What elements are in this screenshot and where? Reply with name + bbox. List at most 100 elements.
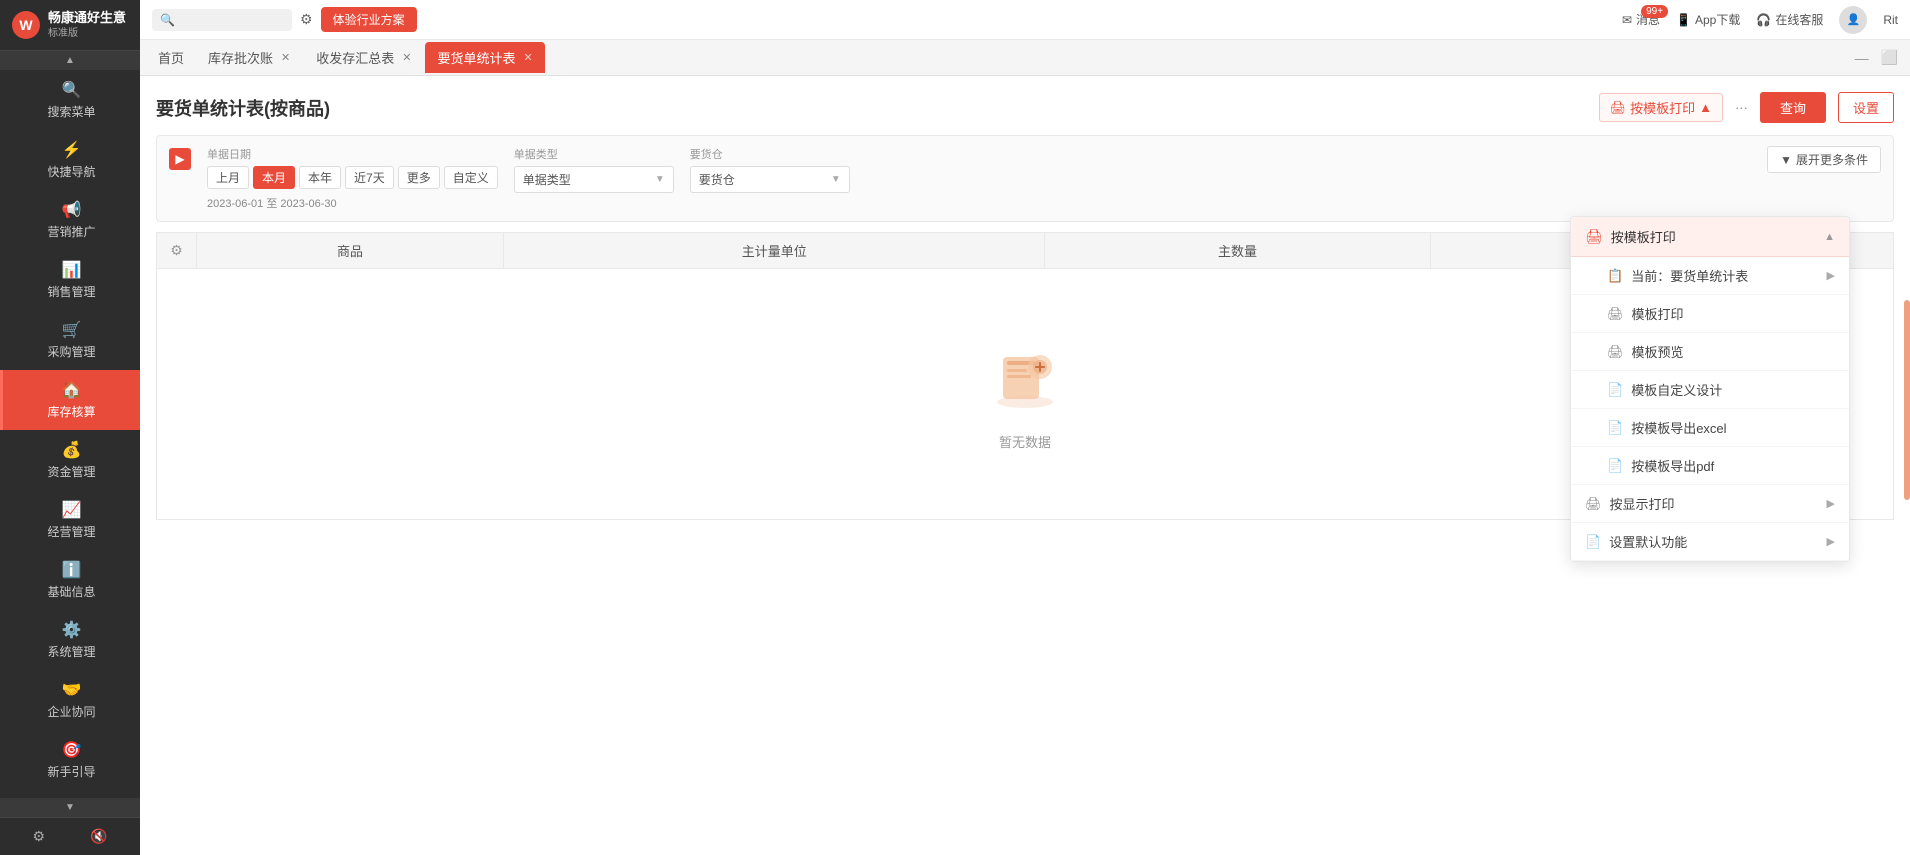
- dropdown-item-export-pdf[interactable]: 📄 按模板导出pdf: [1571, 447, 1849, 485]
- scrollbar-edge[interactable]: [1904, 300, 1910, 500]
- tabs-bar: 首页 库存批次账 ✕ 收发存汇总表 ✕ 要货单统计表 ✕ — ⬜: [140, 40, 1910, 76]
- close-icon[interactable]: ✕: [281, 51, 290, 64]
- sidebar-scroll-up[interactable]: ▲: [0, 51, 140, 70]
- sidebar-item-operation[interactable]: 📈 经营管理: [0, 490, 140, 550]
- sidebar-item-inventory[interactable]: 🏠 库存核算: [0, 370, 140, 430]
- app-download-badge[interactable]: 📱 App下载: [1676, 11, 1740, 28]
- main-area: 🔍 ⚙ 体验行业方案 ✉ 消息 99+ 📱 App下载 🎧 在线客服 👤 Rit: [140, 0, 1910, 855]
- sidebar-item-label: 经营管理: [47, 523, 95, 540]
- design-icon: 📄: [1607, 382, 1623, 398]
- date-btn-last-month[interactable]: 上月: [207, 166, 249, 189]
- avatar-placeholder: 👤: [1846, 13, 1860, 26]
- tab-order-stats[interactable]: 要货单统计表 ✕: [425, 42, 544, 73]
- audio-footer-icon[interactable]: 🔇: [90, 828, 107, 845]
- content-area: 要货单统计表(按商品) 按模板打印 导出 刷新 🖨 按模板打印 ▲ | 📤 导出…: [140, 76, 1910, 855]
- date-btn-custom[interactable]: 自定义: [444, 166, 498, 189]
- tab-receipt-summary[interactable]: 收发存汇总表 ✕: [304, 42, 423, 73]
- dropdown-set-default[interactable]: 📄 设置默认功能 ▶: [1571, 523, 1849, 561]
- date-options-row: 上月 本月 本年 近7天 更多 自定义: [207, 166, 498, 189]
- sidebar-nav: 🔍 搜索菜单 ⚡ 快捷导航 📢 营销推广 📊 销售管理 🛒 采购管理 🏠 库存核…: [0, 70, 140, 798]
- phone-icon: 📱: [1676, 13, 1691, 27]
- query-btn[interactable]: 查询: [1760, 92, 1826, 123]
- basic-icon: ℹ️: [62, 560, 82, 580]
- dropdown-display-print[interactable]: 🖨 按显示打印 ▶: [1571, 485, 1849, 523]
- filter-expand-btn[interactable]: ▶: [169, 148, 191, 170]
- settings-footer-icon[interactable]: ⚙: [33, 828, 46, 845]
- printer-top-icon: 🖨: [1610, 100, 1627, 116]
- operation-icon: 📈: [62, 500, 82, 520]
- top-actions: 🖨 按模板打印 ▲ ··· 查询 设置: [1599, 92, 1894, 123]
- item-label: 模板自定义设计: [1631, 380, 1722, 399]
- messages-badge[interactable]: ✉ 消息 99+: [1622, 11, 1660, 28]
- filter-type-group: 单据类型 单据类型 ▼: [514, 146, 674, 193]
- table-header-unit: 主计量单位: [503, 233, 1045, 269]
- sidebar-item-collab[interactable]: 🤝 企业协同: [0, 670, 140, 730]
- sidebar-item-newbie[interactable]: 🎯 新手引导: [0, 730, 140, 790]
- dropdown-item-export-excel[interactable]: 📄 按模板导出excel: [1571, 409, 1849, 447]
- dropdown-arrow2-icon: ▼: [831, 174, 841, 185]
- tab-batch-account[interactable]: 库存批次账 ✕: [196, 42, 302, 73]
- sidebar-item-apps[interactable]: 📱 应用中心: [0, 790, 140, 798]
- dropdown-printer-icon: 🖨: [1585, 228, 1603, 245]
- username: Rit: [1883, 13, 1898, 27]
- date-btn-this-year[interactable]: 本年: [299, 166, 341, 189]
- dropdown-item-template-print[interactable]: 🖨 模板打印: [1571, 295, 1849, 333]
- shortcut-icon: ⚡: [62, 140, 82, 160]
- minimize-window-icon[interactable]: —: [1851, 48, 1873, 68]
- sidebar-item-finance[interactable]: 💰 资金管理: [0, 430, 140, 490]
- dropdown-item-template-preview[interactable]: 🖨 模板预览: [1571, 333, 1849, 371]
- set-default-icon: 📄: [1585, 534, 1601, 550]
- sidebar-item-marketing[interactable]: 📢 营销推广: [0, 190, 140, 250]
- sidebar-item-purchase[interactable]: 🛒 采购管理: [0, 310, 140, 370]
- sidebar-item-basic[interactable]: ℹ️ 基础信息: [0, 550, 140, 610]
- sidebar-item-label: 销售管理: [47, 283, 95, 300]
- trial-btn[interactable]: 体验行业方案: [321, 7, 417, 32]
- date-btn-more[interactable]: 更多: [398, 166, 440, 189]
- tab-home[interactable]: 首页: [148, 42, 194, 73]
- topbar-right: ✉ 消息 99+ 📱 App下载 🎧 在线客服 👤 Rit: [1622, 6, 1898, 34]
- sidebar-item-label: 企业协同: [47, 703, 95, 720]
- sidebar-item-sales[interactable]: 📊 销售管理: [0, 250, 140, 310]
- filter-warehouse-group: 要货仓 要货仓 ▼: [690, 146, 850, 193]
- close-icon[interactable]: ✕: [402, 51, 411, 64]
- sidebar-item-label: 新手引导: [47, 763, 95, 780]
- topbar: 🔍 ⚙ 体验行业方案 ✉ 消息 99+ 📱 App下载 🎧 在线客服 👤 Rit: [140, 0, 1910, 40]
- printer2-icon: 🖨: [1607, 306, 1624, 322]
- sidebar-scroll-down[interactable]: ▼: [0, 798, 140, 817]
- user-avatar[interactable]: 👤: [1839, 6, 1867, 34]
- set-default-label: 设置默认功能: [1609, 532, 1687, 551]
- date-btn-this-month[interactable]: 本月: [253, 166, 295, 189]
- type-dropdown[interactable]: 单据类型 ▼: [514, 166, 674, 193]
- sidebar-item-label: 采购管理: [47, 343, 95, 360]
- chevron-down-icon: ▼: [1780, 153, 1792, 167]
- purchase-icon: 🛒: [62, 320, 82, 340]
- collab-icon: 🤝: [62, 680, 82, 700]
- sidebar-item-shortcut[interactable]: ⚡ 快捷导航: [0, 130, 140, 190]
- date-label: 单据日期: [207, 146, 498, 162]
- table-header-quantity: 主数量: [1045, 233, 1430, 269]
- newbie-icon: 🎯: [62, 740, 82, 760]
- topbar-gear-icon[interactable]: ⚙: [300, 11, 313, 28]
- sidebar-item-search[interactable]: 🔍 搜索菜单: [0, 70, 140, 130]
- search-icon: 🔍: [160, 13, 175, 27]
- filter-bar: ▶ 单据日期 上月 本月 本年 近7天 更多 自定义 2023-06-01 至 …: [156, 135, 1894, 222]
- maximize-window-icon[interactable]: ⬜: [1877, 47, 1902, 68]
- sidebar-item-system[interactable]: ⚙️ 系统管理: [0, 610, 140, 670]
- warehouse-dropdown[interactable]: 要货仓 ▼: [690, 166, 850, 193]
- topbar-search[interactable]: 🔍: [152, 9, 292, 31]
- chevron-top-icon: ▲: [1699, 100, 1712, 115]
- dropdown-item-template-design[interactable]: 📄 模板自定义设计: [1571, 371, 1849, 409]
- template-print-top-btn[interactable]: 🖨 按模板打印 ▲: [1599, 93, 1723, 122]
- close-icon[interactable]: ✕: [524, 51, 533, 64]
- settings-btn[interactable]: 设置: [1838, 92, 1894, 123]
- tab-label: 库存批次账: [208, 48, 273, 67]
- table-settings-icon[interactable]: ⚙: [170, 242, 183, 258]
- online-service-badge[interactable]: 🎧 在线客服: [1756, 11, 1823, 28]
- dropdown-current-item[interactable]: 📋 当前：要货单统计表 ▶: [1571, 257, 1849, 295]
- dots-menu-icon[interactable]: ···: [1735, 100, 1748, 115]
- empty-illustration: [985, 337, 1065, 420]
- real-page-title: 要货单统计表(按商品): [156, 95, 330, 121]
- expand-more-btn[interactable]: ▼ 展开更多条件: [1767, 146, 1881, 173]
- dropdown-header[interactable]: 🖨 按模板打印 ▲: [1571, 217, 1849, 257]
- date-btn-7days[interactable]: 近7天: [345, 166, 394, 189]
